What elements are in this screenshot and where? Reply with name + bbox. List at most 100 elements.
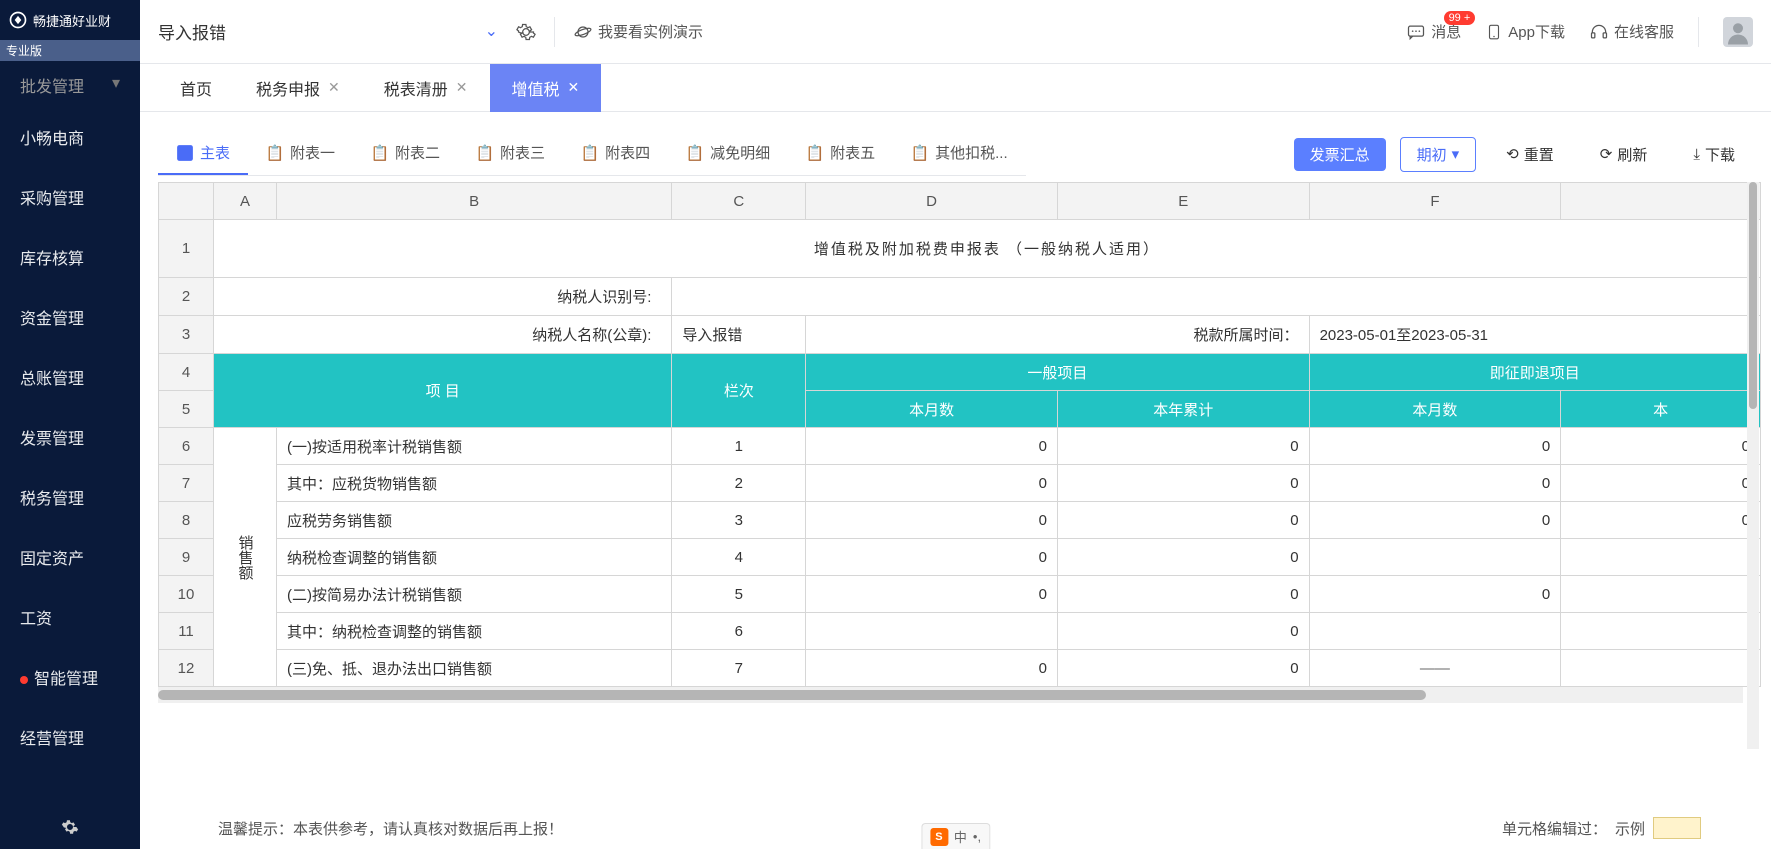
search-input[interactable]: 导入报错 ⌄ (158, 19, 498, 45)
val-cell[interactable]: 0 (806, 465, 1058, 502)
period-value[interactable]: 2023-05-01至2023-05-31 (1309, 316, 1760, 354)
val-cell[interactable]: 0 (1309, 502, 1561, 539)
sidebar-item-partial[interactable]: 批发管理 ▾ (0, 69, 140, 107)
item-cell[interactable]: (一)按适用税率计税销售额 (276, 428, 671, 465)
ime-toolbar[interactable]: S 中 •, (921, 823, 990, 849)
refresh-button[interactable]: ⟳ 刷新 (1584, 138, 1664, 171)
sheet-tab-1[interactable]: 📋附表一 (248, 132, 353, 175)
hdr-year[interactable]: 本年累计 (1057, 391, 1309, 428)
row-header[interactable]: 12 (159, 650, 214, 687)
close-icon[interactable]: ✕ (456, 79, 468, 96)
download-button[interactable]: ⤓ 下载 (1677, 138, 1751, 171)
val-cell[interactable]: 0 (1057, 502, 1309, 539)
col-cell[interactable]: 2 (672, 465, 806, 502)
val-cell[interactable]: 0 (1057, 613, 1309, 650)
sheet-tab-2[interactable]: 📋附表二 (353, 132, 458, 175)
val-cell[interactable]: 0 (806, 428, 1058, 465)
val-cell[interactable]: —— (1309, 650, 1561, 687)
tab-vat[interactable]: 增值税✕ (490, 64, 602, 112)
hdr-col[interactable]: 栏次 (672, 354, 806, 428)
sidebar-item-0[interactable]: 小畅电商 (0, 107, 140, 167)
col-header-D[interactable]: D (806, 183, 1058, 220)
val-cell[interactable] (1561, 650, 1761, 687)
val-cell[interactable]: 0 (1057, 539, 1309, 576)
app-download-button[interactable]: App下载 (1485, 21, 1565, 42)
col-header-A[interactable]: A (213, 183, 276, 220)
val-cell[interactable]: 0 (1561, 465, 1761, 502)
col-cell[interactable]: 4 (672, 539, 806, 576)
hdr-month[interactable]: 本月数 (806, 391, 1058, 428)
tab-tax-list[interactable]: 税表清册✕ (362, 64, 490, 112)
val-cell[interactable]: 0 (1309, 428, 1561, 465)
col-header-C[interactable]: C (672, 183, 806, 220)
col-cell[interactable]: 5 (672, 576, 806, 613)
col-cell[interactable]: 6 (672, 613, 806, 650)
corner-cell[interactable] (159, 183, 214, 220)
item-cell[interactable]: (二)按简易办法计税销售额 (276, 576, 671, 613)
global-settings-icon[interactable] (516, 22, 536, 42)
hdr-general[interactable]: 一般项目 (806, 354, 1309, 391)
col-cell[interactable]: 7 (672, 650, 806, 687)
val-cell[interactable]: 0 (1057, 465, 1309, 502)
col-header-G[interactable] (1561, 183, 1761, 220)
col-cell[interactable]: 3 (672, 502, 806, 539)
val-cell[interactable]: 0 (1561, 502, 1761, 539)
val-cell[interactable] (1561, 613, 1761, 650)
sheet-tab-4[interactable]: 📋附表四 (563, 132, 668, 175)
val-cell[interactable]: 0 (1057, 576, 1309, 613)
sidebar-item-10[interactable]: 经营管理 (0, 707, 140, 767)
sidebar-item-6[interactable]: 税务管理 (0, 467, 140, 527)
val-cell[interactable]: 0 (1057, 428, 1309, 465)
horizontal-scrollbar[interactable] (158, 687, 1743, 703)
messages-button[interactable]: 消息 99 + (1406, 21, 1461, 42)
sheet-tab-main[interactable]: 主表 (158, 132, 248, 175)
sidebar-item-4[interactable]: 总账管理 (0, 347, 140, 407)
row-header[interactable]: 3 (159, 316, 214, 354)
side-label[interactable]: 销售额 (213, 428, 276, 687)
val-cell[interactable]: 0 (1561, 428, 1761, 465)
vertical-scrollbar[interactable] (1747, 182, 1759, 749)
val-cell[interactable]: 0 (1309, 465, 1561, 502)
row-header[interactable]: 10 (159, 576, 214, 613)
col-cell[interactable]: 1 (672, 428, 806, 465)
hdr-year-2[interactable]: 本 (1561, 391, 1761, 428)
val-cell[interactable] (806, 613, 1058, 650)
row-header[interactable]: 9 (159, 539, 214, 576)
hdr-month-2[interactable]: 本月数 (1309, 391, 1561, 428)
close-icon[interactable]: ✕ (568, 79, 580, 96)
item-cell[interactable]: 纳税检查调整的销售额 (276, 539, 671, 576)
invoice-summary-button[interactable]: 发票汇总 (1294, 138, 1386, 171)
col-header-B[interactable]: B (276, 183, 671, 220)
val-cell[interactable] (1561, 576, 1761, 613)
val-cell[interactable]: 0 (806, 576, 1058, 613)
taxpayer-name-label[interactable]: 纳税人名称(公章): (213, 316, 671, 354)
sidebar-item-1[interactable]: 采购管理 (0, 167, 140, 227)
row-header[interactable]: 2 (159, 278, 214, 316)
item-cell[interactable]: (三)免、抵、退办法出口销售额 (276, 650, 671, 687)
val-cell[interactable]: 0 (806, 650, 1058, 687)
sidebar-item-2[interactable]: 库存核算 (0, 227, 140, 287)
row-header[interactable]: 1 (159, 220, 214, 278)
val-cell[interactable] (1309, 539, 1561, 576)
taxpayer-name-value[interactable]: 导入报错 (672, 316, 806, 354)
val-cell[interactable]: 0 (806, 502, 1058, 539)
val-cell[interactable]: 0 (1057, 650, 1309, 687)
row-header[interactable]: 8 (159, 502, 214, 539)
tab-tax-declare[interactable]: 税务申报✕ (234, 64, 362, 112)
taxpayer-id-label[interactable]: 纳税人识别号: (213, 278, 671, 316)
val-cell[interactable]: 0 (1309, 576, 1561, 613)
val-cell[interactable] (1561, 539, 1761, 576)
row-header[interactable]: 4 (159, 354, 214, 391)
avatar[interactable] (1723, 17, 1753, 47)
col-header-E[interactable]: E (1057, 183, 1309, 220)
report-title[interactable]: 增值税及附加税费申报表 （一般纳税人适用） (213, 220, 1760, 278)
settings-gear-icon[interactable] (0, 808, 140, 849)
item-cell[interactable]: 其中：应税货物销售额 (276, 465, 671, 502)
close-icon[interactable]: ✕ (328, 79, 340, 96)
sheet-tab-5[interactable]: 📋减免明细 (668, 132, 788, 175)
row-header[interactable]: 7 (159, 465, 214, 502)
sheet-tab-3[interactable]: 📋附表三 (458, 132, 563, 175)
item-cell[interactable]: 应税劳务销售额 (276, 502, 671, 539)
sidebar-item-7[interactable]: 固定资产 (0, 527, 140, 587)
val-cell[interactable] (1309, 613, 1561, 650)
